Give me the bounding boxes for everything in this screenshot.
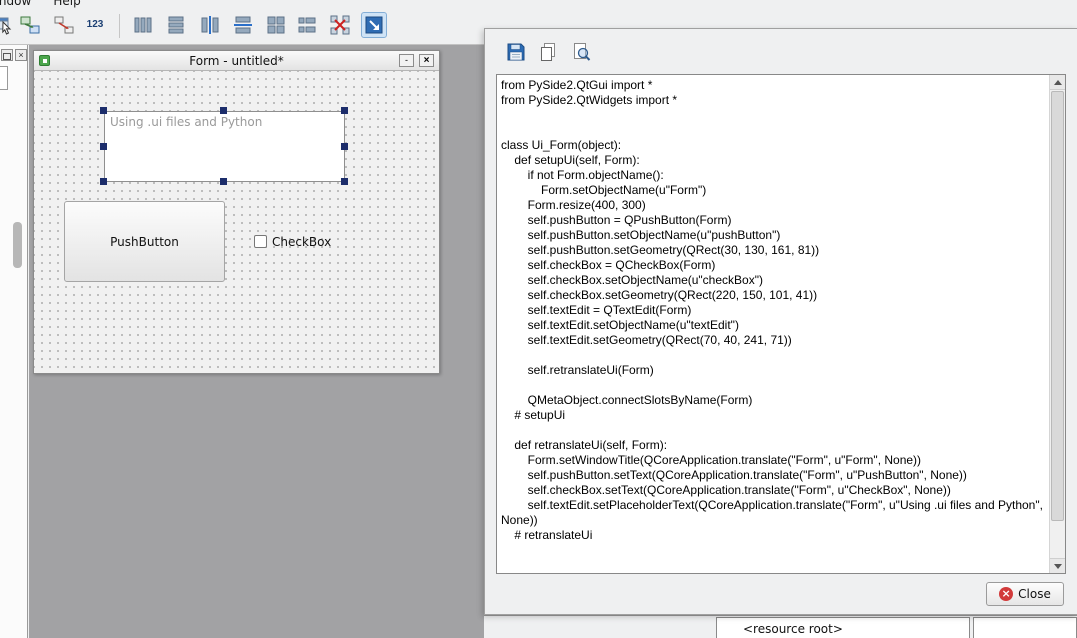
selection-handle[interactable] (100, 178, 107, 185)
textedit-widget[interactable]: Using .ui files and Python (104, 111, 345, 182)
layout-splitter-horizontal-icon (199, 14, 221, 36)
pushbutton-widget[interactable]: PushButton (64, 201, 225, 282)
save-button[interactable] (503, 39, 529, 65)
selection-handle[interactable] (100, 107, 107, 114)
close-circle-icon (999, 587, 1013, 601)
selection-handle[interactable] (220, 178, 227, 185)
edit-tab-order-button[interactable]: 123 (82, 12, 108, 38)
layout-splitter-vertical-button[interactable] (230, 12, 256, 38)
dock-close-button[interactable] (15, 49, 27, 61)
menu-window[interactable]: Window (0, 0, 31, 8)
qt-designer-window: Window Help (0, 0, 1077, 638)
layout-horizontal-button[interactable] (130, 12, 156, 38)
layout-splitter-vertical-icon (232, 14, 254, 36)
edit-buddies-button[interactable] (51, 12, 77, 38)
layout-grid-icon (265, 14, 287, 36)
adjust-size-button[interactable] (361, 12, 387, 38)
selection-handle[interactable] (341, 143, 348, 150)
code-scrollbar[interactable] (1049, 75, 1065, 573)
resource-tree[interactable]: <resource root> (716, 617, 970, 638)
resource-root-label: <resource root> (743, 622, 843, 636)
layout-form-icon (296, 14, 318, 36)
layout-grid-button[interactable] (263, 12, 289, 38)
selection-handle[interactable] (341, 107, 348, 114)
menubar: Window Help (0, 0, 81, 8)
layout-vertical-icon (165, 14, 187, 36)
code-text: from PySide2.QtGui import * from PySide2… (497, 75, 1051, 546)
selection-handle[interactable] (341, 178, 348, 185)
find-button[interactable] (568, 39, 594, 65)
layout-vertical-button[interactable] (163, 12, 189, 38)
selection-handle[interactable] (100, 143, 107, 150)
break-layout-icon (329, 14, 351, 36)
save-icon (505, 41, 527, 63)
edit-tab-order-icon: 123 (84, 14, 106, 36)
resource-browser: <resource root> (484, 615, 1077, 638)
copy-icon (537, 41, 559, 63)
widget-box-scrollbar-thumb[interactable] (13, 222, 22, 268)
edit-widgets-icon (0, 14, 14, 36)
copy-button[interactable] (535, 39, 561, 65)
resource-files-pane[interactable] (973, 617, 1077, 638)
scrollbar-thumb[interactable] (1051, 91, 1064, 521)
scroll-down-icon[interactable] (1050, 558, 1065, 573)
form-editor-window: Form - untitled* - × Using .ui files and… (33, 50, 440, 374)
adjust-size-icon (363, 14, 385, 36)
selection-handle[interactable] (220, 107, 227, 114)
widget-box-dock (0, 45, 28, 638)
break-layout-button[interactable] (327, 12, 353, 38)
code-editor[interactable]: from PySide2.QtGui import * from PySide2… (496, 74, 1066, 574)
form-titlebar[interactable]: Form - untitled* - × (34, 51, 439, 71)
layout-horizontal-icon (132, 14, 154, 36)
toolbar-separator (119, 14, 120, 38)
close-button[interactable]: Close (986, 582, 1064, 606)
widget-filter-input[interactable] (0, 66, 8, 90)
form-canvas[interactable]: Using .ui files and Python PushButton Ch… (34, 71, 439, 373)
menu-help[interactable]: Help (53, 0, 80, 8)
checkbox-widget[interactable]: CheckBox (254, 221, 355, 262)
textedit-placeholder: Using .ui files and Python (110, 115, 262, 129)
edit-signals-slots-button[interactable] (17, 12, 43, 38)
checkbox-label: CheckBox (272, 235, 331, 249)
edit-buddies-icon (53, 14, 75, 36)
layout-splitter-horizontal-button[interactable] (197, 12, 223, 38)
code-preview-dialog: from PySide2.QtGui import * from PySide2… (484, 28, 1077, 615)
find-icon (570, 41, 592, 63)
layout-form-button[interactable] (294, 12, 320, 38)
form-title: Form - untitled* (34, 54, 439, 68)
scroll-up-icon[interactable] (1050, 75, 1065, 90)
checkbox-indicator[interactable] (254, 235, 267, 248)
dock-float-button[interactable] (1, 49, 13, 61)
edit-widgets-button[interactable] (0, 12, 16, 38)
edit-signals-slots-icon (19, 14, 41, 36)
close-button-label: Close (1018, 587, 1051, 601)
